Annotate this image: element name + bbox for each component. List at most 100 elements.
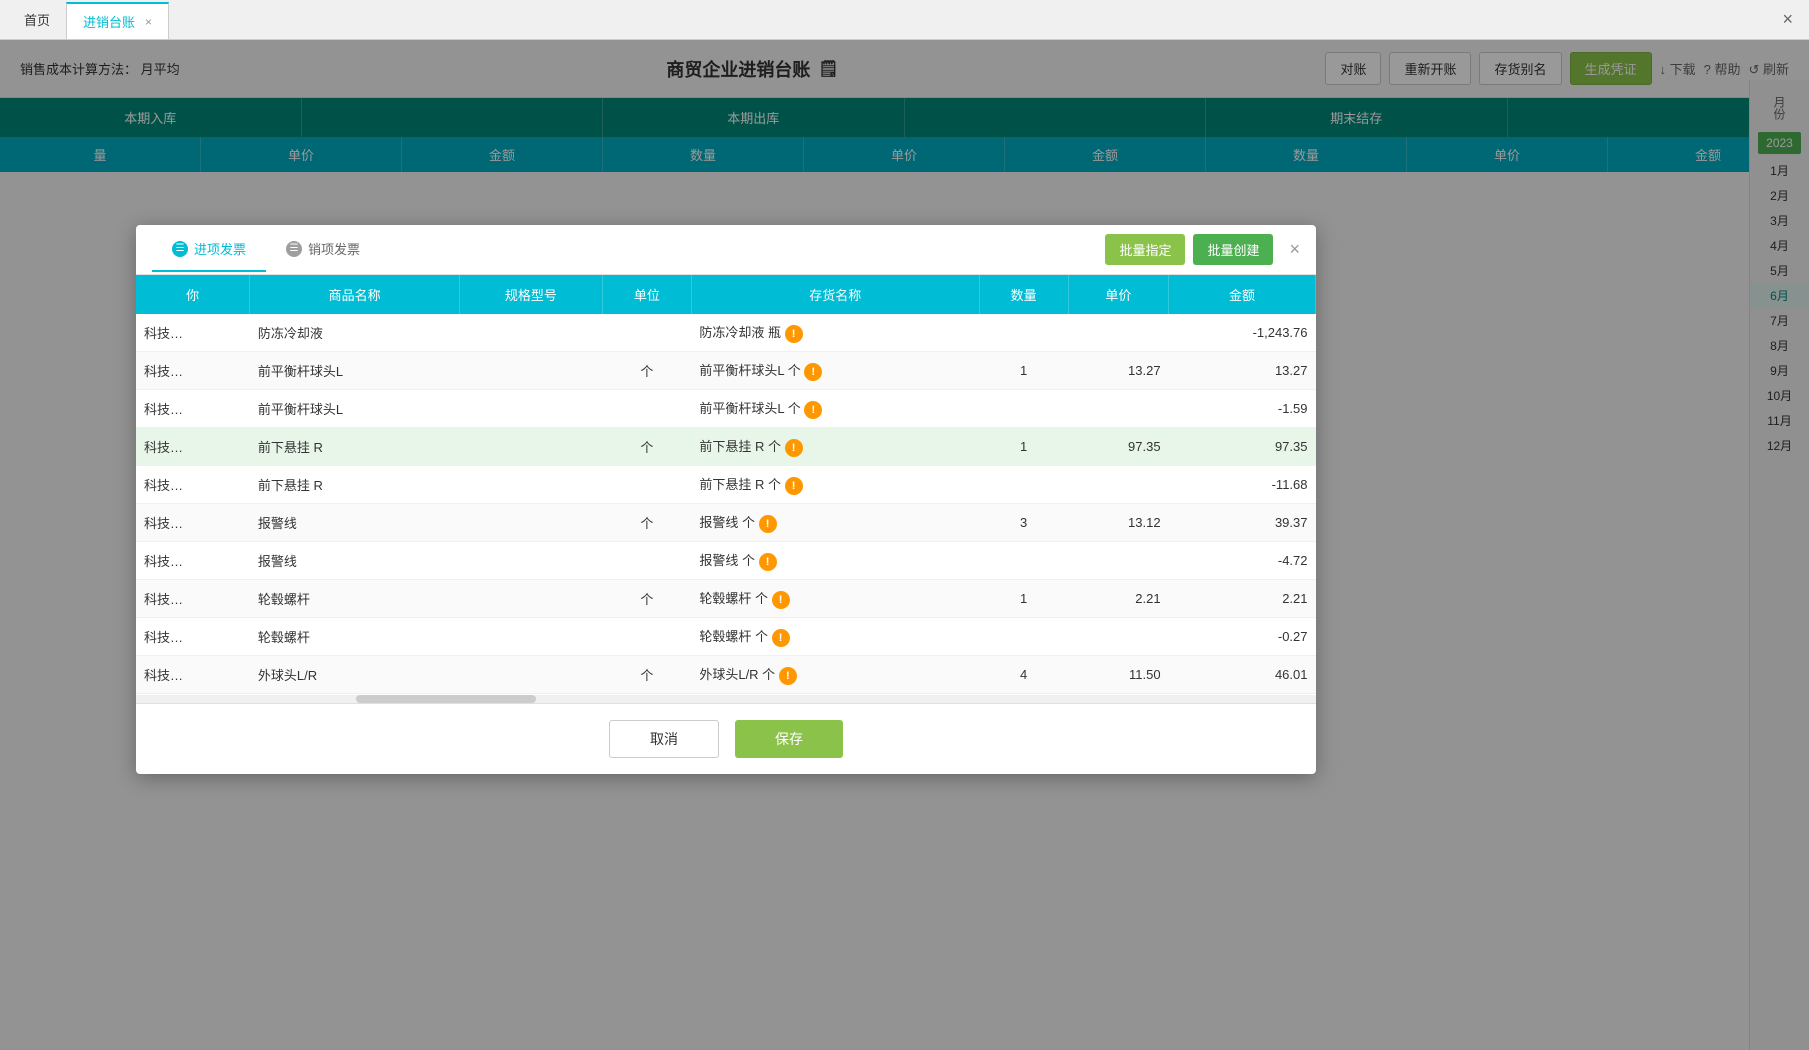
table-row: 科技…前平衡杆球头L个前平衡杆球头L 个 !113.2713.27 [136, 352, 1316, 390]
tab-home[interactable]: 首页 [8, 2, 66, 37]
th-quantity: 数量 [979, 275, 1068, 314]
table-cell: 科技… [136, 656, 250, 694]
table-cell [1068, 542, 1168, 580]
table-cell: 外球头L/R [250, 656, 460, 694]
table-cell [1068, 466, 1168, 504]
dialog-tabs: ☰ 进项发票 ☰ 销项发票 [152, 227, 1105, 272]
th-product-name: 商品名称 [250, 275, 460, 314]
table-cell: 1 [979, 428, 1068, 466]
dialog-table-wrap: 你 商品名称 规格型号 单位 存货名称 数量 单价 金额 科技…防冻冷却液防冻冷… [136, 275, 1316, 695]
main-content: 销售成本计算方法： 月平均 商贸企业进销台账 🗒 对账 重新开账 存货别名 生成… [0, 40, 1809, 1050]
inventory-name-cell: 外球头L/R 个 ! [691, 656, 979, 694]
tab-outgoing-invoice[interactable]: ☰ 销项发票 [266, 227, 380, 272]
table-cell: 轮毂螺杆 [250, 580, 460, 618]
outgoing-tab-label: 销项发票 [308, 239, 360, 258]
inventory-name-cell: 前平衡杆球头L 个 ! [691, 390, 979, 428]
table-cell: 科技… [136, 618, 250, 656]
inventory-name-cell: 前下悬挂 R 个 ! [691, 428, 979, 466]
batch-create-button[interactable]: 批量创建 [1193, 234, 1273, 265]
table-cell [602, 618, 691, 656]
dialog-header-btns: 批量指定 批量创建 [1105, 234, 1273, 265]
table-cell [459, 390, 602, 428]
table-row: 科技…报警线报警线 个 !-4.72 [136, 542, 1316, 580]
dialog-scrollbar[interactable] [136, 695, 1316, 703]
table-cell: 2.21 [1068, 580, 1168, 618]
warning-icon[interactable]: ! [804, 363, 822, 381]
warning-icon[interactable]: ! [804, 401, 822, 419]
table-cell: 个 [602, 504, 691, 542]
table-cell [459, 466, 602, 504]
warning-icon[interactable]: ! [772, 591, 790, 609]
batch-assign-button[interactable]: 批量指定 [1105, 234, 1185, 265]
table-cell: 科技… [136, 466, 250, 504]
table-cell: -1.59 [1169, 390, 1316, 428]
scrollbar-thumb[interactable] [356, 695, 536, 703]
table-cell: 3 [979, 504, 1068, 542]
inventory-name-cell: 轮毂螺杆 个 ! [691, 618, 979, 656]
table-cell: 39.37 [1169, 504, 1316, 542]
table-cell [602, 390, 691, 428]
warning-icon[interactable]: ! [785, 325, 803, 343]
table-row: 科技…前下悬挂 R个前下悬挂 R 个 !197.3597.35 [136, 428, 1316, 466]
tab-active-label: 进销台账 [83, 12, 135, 31]
table-row: 科技…外球头L/R个外球头L/R 个 !411.5046.01 [136, 656, 1316, 694]
table-cell [459, 428, 602, 466]
table-cell [602, 542, 691, 580]
table-cell: 报警线 [250, 504, 460, 542]
table-cell: 2.21 [1169, 580, 1316, 618]
table-cell: 报警线 [250, 542, 460, 580]
inventory-name-cell: 报警线 个 ! [691, 504, 979, 542]
table-cell [602, 314, 691, 352]
warning-icon[interactable]: ! [759, 515, 777, 533]
table-row: 科技…防冻冷却液防冻冷却液 瓶 !-1,243.76 [136, 314, 1316, 352]
window-close-icon[interactable]: × [1782, 9, 1793, 30]
table-cell: 科技… [136, 390, 250, 428]
inventory-name-cell: 前平衡杆球头L 个 ! [691, 352, 979, 390]
warning-icon[interactable]: ! [772, 629, 790, 647]
table-cell: 防冻冷却液 [250, 314, 460, 352]
table-cell: -1,243.76 [1169, 314, 1316, 352]
table-cell: 科技… [136, 314, 250, 352]
th-price: 单价 [1068, 275, 1168, 314]
tab-close-icon[interactable]: × [145, 15, 152, 29]
table-cell: 1 [979, 352, 1068, 390]
table-cell: 13.27 [1068, 352, 1168, 390]
table-cell [459, 504, 602, 542]
table-cell [1068, 390, 1168, 428]
table-cell: -4.72 [1169, 542, 1316, 580]
table-cell [602, 466, 691, 504]
incoming-tab-icon: ☰ [172, 241, 188, 257]
table-row: 科技…前平衡杆球头L前平衡杆球头L 个 !-1.59 [136, 390, 1316, 428]
incoming-tab-label: 进项发票 [194, 239, 246, 258]
dialog-close-icon[interactable]: × [1289, 239, 1300, 260]
table-cell: -11.68 [1169, 466, 1316, 504]
warning-icon[interactable]: ! [759, 553, 777, 571]
table-cell [979, 618, 1068, 656]
save-button[interactable]: 保存 [735, 720, 843, 758]
table-cell [459, 618, 602, 656]
table-cell: 13.27 [1169, 352, 1316, 390]
table-header-row: 你 商品名称 规格型号 单位 存货名称 数量 单价 金额 [136, 275, 1316, 314]
table-cell: 13.12 [1068, 504, 1168, 542]
table-cell: 科技… [136, 428, 250, 466]
table-cell: 个 [602, 580, 691, 618]
table-row: 科技…轮毂螺杆轮毂螺杆 个 !-0.27 [136, 618, 1316, 656]
table-cell: 科技… [136, 580, 250, 618]
table-cell [979, 542, 1068, 580]
warning-icon[interactable]: ! [779, 667, 797, 685]
table-cell: 科技… [136, 352, 250, 390]
warning-icon[interactable]: ! [785, 439, 803, 457]
warning-icon[interactable]: ! [785, 477, 803, 495]
table-cell: 个 [602, 428, 691, 466]
th-col1: 你 [136, 275, 250, 314]
table-cell: 个 [602, 352, 691, 390]
tab-active[interactable]: 进销台账 × [66, 2, 169, 39]
table-cell [459, 542, 602, 580]
cancel-button[interactable]: 取消 [609, 720, 719, 758]
dialog-header: ☰ 进项发票 ☰ 销项发票 批量指定 批量创建 × [136, 225, 1316, 275]
th-amount: 金额 [1169, 275, 1316, 314]
table-cell: 前平衡杆球头L [250, 352, 460, 390]
table-cell: 4 [979, 656, 1068, 694]
th-spec: 规格型号 [459, 275, 602, 314]
tab-incoming-invoice[interactable]: ☰ 进项发票 [152, 227, 266, 272]
